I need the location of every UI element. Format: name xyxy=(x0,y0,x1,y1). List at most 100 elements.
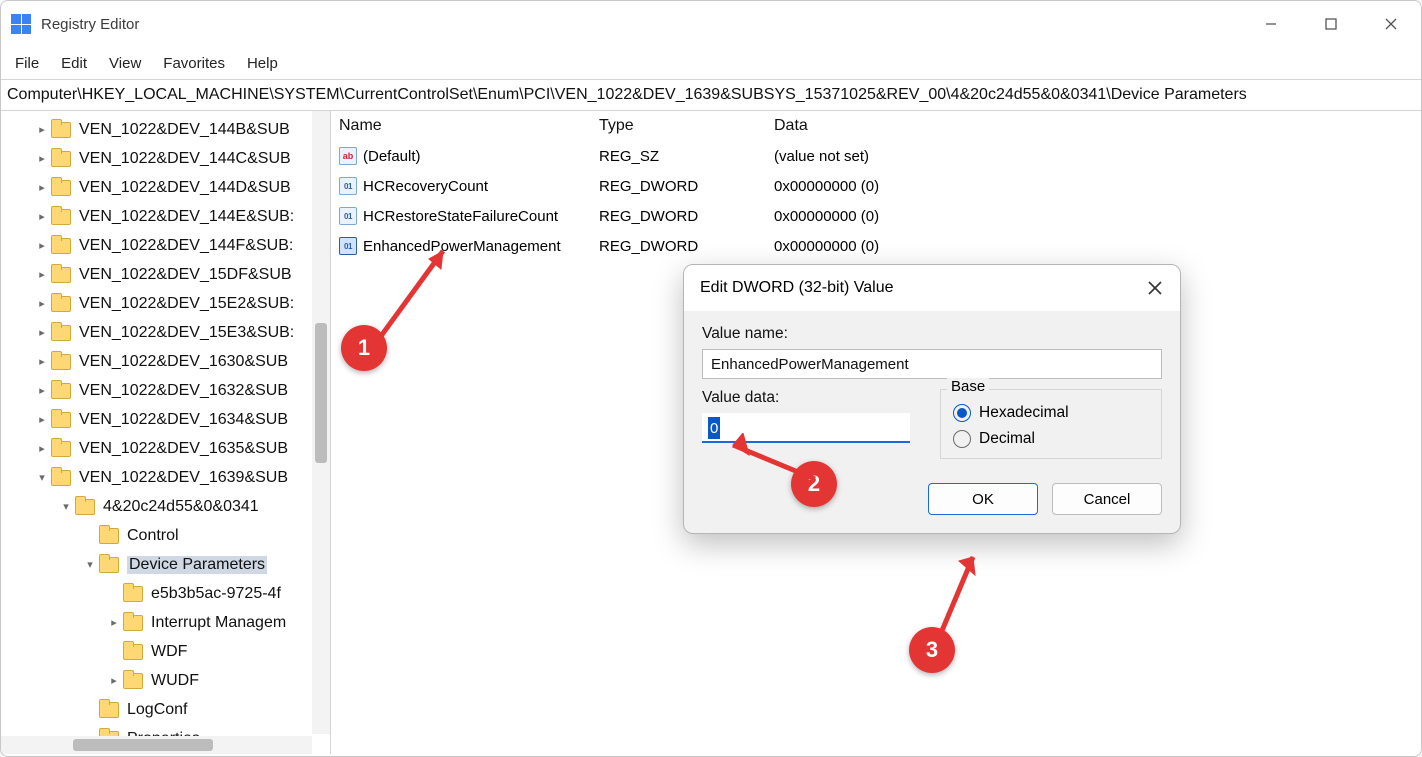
chevron-right-icon[interactable]: ▸ xyxy=(33,355,51,368)
tree-item[interactable]: ▸VEN_1022&DEV_144C&SUB xyxy=(1,144,330,173)
tree-item[interactable]: ▸VEN_1022&DEV_15E3&SUB: xyxy=(1,318,330,347)
address-bar[interactable]: Computer\HKEY_LOCAL_MACHINE\SYSTEM\Curre… xyxy=(1,79,1421,111)
radio-decimal[interactable]: Decimal xyxy=(953,430,1149,448)
menubar: File Edit View Favorites Help xyxy=(1,47,1421,79)
tree-item[interactable]: ▸VEN_1022&DEV_15E2&SUB: xyxy=(1,289,330,318)
minimize-button[interactable] xyxy=(1241,1,1301,47)
chevron-right-icon[interactable]: ▸ xyxy=(33,268,51,281)
tree-item-label: e5b3b5ac-9725-4f xyxy=(151,585,281,603)
value-data-field[interactable] xyxy=(702,413,910,443)
ok-button[interactable]: OK xyxy=(928,483,1038,515)
chevron-right-icon[interactable]: ▸ xyxy=(33,297,51,310)
cancel-button[interactable]: Cancel xyxy=(1052,483,1162,515)
menu-edit[interactable]: Edit xyxy=(61,55,87,72)
menu-favorites[interactable]: Favorites xyxy=(163,55,225,72)
tree-item[interactable]: ▸VEN_1022&DEV_144D&SUB xyxy=(1,173,330,202)
radio-dec-icon xyxy=(953,430,971,448)
base-label: Base xyxy=(947,378,989,395)
tree-item[interactable]: ▸Control xyxy=(1,521,330,550)
tree-item[interactable]: ▸VEN_1022&DEV_15DF&SUB xyxy=(1,260,330,289)
folder-icon xyxy=(51,470,71,486)
tree-item[interactable]: ▸VEN_1022&DEV_1634&SUB xyxy=(1,405,330,434)
tree-item[interactable]: ▾ Device Parameters xyxy=(1,550,330,579)
chevron-down-icon[interactable]: ▾ xyxy=(81,558,99,571)
tree-item-label: VEN_1022&DEV_1630&SUB xyxy=(79,353,288,371)
values-list[interactable]: (Default)REG_SZ(value not set)HCRecovery… xyxy=(331,141,1421,261)
tree-item[interactable]: ▸Interrupt Managem xyxy=(1,608,330,637)
value-type: REG_SZ xyxy=(599,148,774,165)
tree-vertical-thumb[interactable] xyxy=(315,323,327,463)
tree-item[interactable]: ▸LogConf xyxy=(1,695,330,724)
tree-item[interactable]: ▾ VEN_1022&DEV_1639&SUB xyxy=(1,463,330,492)
value-name: HCRecoveryCount xyxy=(363,178,488,195)
tree-item[interactable]: ▸VEN_1022&DEV_1635&SUB xyxy=(1,434,330,463)
folder-icon xyxy=(51,383,71,399)
radio-dec-label: Decimal xyxy=(979,430,1035,448)
tree-vertical-scrollbar[interactable] xyxy=(312,111,330,734)
header-type[interactable]: Type xyxy=(599,113,774,139)
radio-hexadecimal[interactable]: Hexadecimal xyxy=(953,404,1149,422)
chevron-right-icon[interactable]: ▸ xyxy=(33,326,51,339)
tree-item-label: 4&20c24d55&0&0341 xyxy=(103,498,259,516)
chevron-right-icon[interactable]: ▸ xyxy=(33,152,51,165)
tree-item-label: VEN_1022&DEV_1639&SUB xyxy=(79,469,288,487)
chevron-right-icon[interactable]: ▸ xyxy=(105,616,123,629)
value-data: 0x00000000 (0) xyxy=(774,238,1421,255)
header-name[interactable]: Name xyxy=(339,113,599,139)
tree-item-label: WUDF xyxy=(151,672,199,690)
tree-item[interactable]: ▸ VEN_1022&DEV_144E&SUB: xyxy=(1,202,330,231)
tree-item[interactable]: ▸VEN_1022&DEV_144B&SUB xyxy=(1,115,330,144)
registry-tree[interactable]: ▸VEN_1022&DEV_144B&SUB▸VEN_1022&DEV_144C… xyxy=(1,113,330,754)
dialog-close-icon[interactable] xyxy=(1146,279,1164,297)
tree-item[interactable]: ▸VEN_1022&DEV_1632&SUB xyxy=(1,376,330,405)
tree-item[interactable]: ▸VEN_1022&DEV_144F&SUB: xyxy=(1,231,330,260)
tree-item-label: LogConf xyxy=(127,701,188,719)
registry-editor-window: Registry Editor File Edit View Favorites… xyxy=(0,0,1422,757)
chevron-right-icon[interactable]: ▸ xyxy=(33,442,51,455)
annotation-badge-1: 1 xyxy=(341,325,387,371)
chevron-right-icon[interactable]: ▸ xyxy=(105,674,123,687)
tree-item[interactable]: ▸ VEN_1022&DEV_1630&SUB xyxy=(1,347,330,376)
menu-help[interactable]: Help xyxy=(247,55,278,72)
folder-icon xyxy=(123,644,143,660)
tree-item-label: VEN_1022&DEV_144E&SUB: xyxy=(79,208,294,226)
tree-item[interactable]: ▸WDF xyxy=(1,637,330,666)
folder-icon xyxy=(51,325,71,341)
list-row[interactable]: HCRecoveryCountREG_DWORD0x00000000 (0) xyxy=(339,171,1421,201)
folder-icon xyxy=(75,499,95,515)
menu-view[interactable]: View xyxy=(109,55,141,72)
value-type: REG_DWORD xyxy=(599,238,774,255)
value-data: 0x00000000 (0) xyxy=(774,208,1421,225)
value-name-field[interactable] xyxy=(702,349,1162,379)
header-data[interactable]: Data xyxy=(774,113,1421,139)
folder-icon xyxy=(51,238,71,254)
tree-horizontal-thumb[interactable] xyxy=(73,739,213,751)
chevron-right-icon[interactable]: ▸ xyxy=(33,239,51,252)
folder-icon xyxy=(123,586,143,602)
list-row[interactable]: EnhancedPowerManagementREG_DWORD0x000000… xyxy=(339,231,1421,261)
annotation-badge-2: 2 xyxy=(791,461,837,507)
tree-item-label: Device Parameters xyxy=(127,556,267,574)
chevron-right-icon[interactable]: ▸ xyxy=(33,210,51,223)
menu-file[interactable]: File xyxy=(15,55,39,72)
tree-horizontal-scrollbar[interactable] xyxy=(1,736,312,754)
maximize-button[interactable] xyxy=(1301,1,1361,47)
tree-item[interactable]: ▸e5b3b5ac-9725-4f xyxy=(1,579,330,608)
chevron-right-icon[interactable]: ▸ xyxy=(33,123,51,136)
list-row[interactable]: (Default)REG_SZ(value not set) xyxy=(339,141,1421,171)
chevron-right-icon[interactable]: ▸ xyxy=(33,181,51,194)
list-row[interactable]: HCRestoreStateFailureCountREG_DWORD0x000… xyxy=(339,201,1421,231)
dialog-titlebar[interactable]: Edit DWORD (32-bit) Value xyxy=(684,265,1180,311)
tree-item[interactable]: ▸ WUDF xyxy=(1,666,330,695)
value-name: (Default) xyxy=(363,148,421,165)
tree-item-label: WDF xyxy=(151,643,187,661)
close-button[interactable] xyxy=(1361,1,1421,47)
tree-item[interactable]: ▾ 4&20c24d55&0&0341 xyxy=(1,492,330,521)
folder-icon xyxy=(99,528,119,544)
chevron-right-icon[interactable]: ▸ xyxy=(33,413,51,426)
folder-icon xyxy=(51,180,71,196)
folder-icon xyxy=(51,267,71,283)
chevron-right-icon[interactable]: ▸ xyxy=(33,384,51,397)
chevron-down-icon[interactable]: ▾ xyxy=(57,500,75,513)
chevron-down-icon[interactable]: ▾ xyxy=(33,471,51,484)
